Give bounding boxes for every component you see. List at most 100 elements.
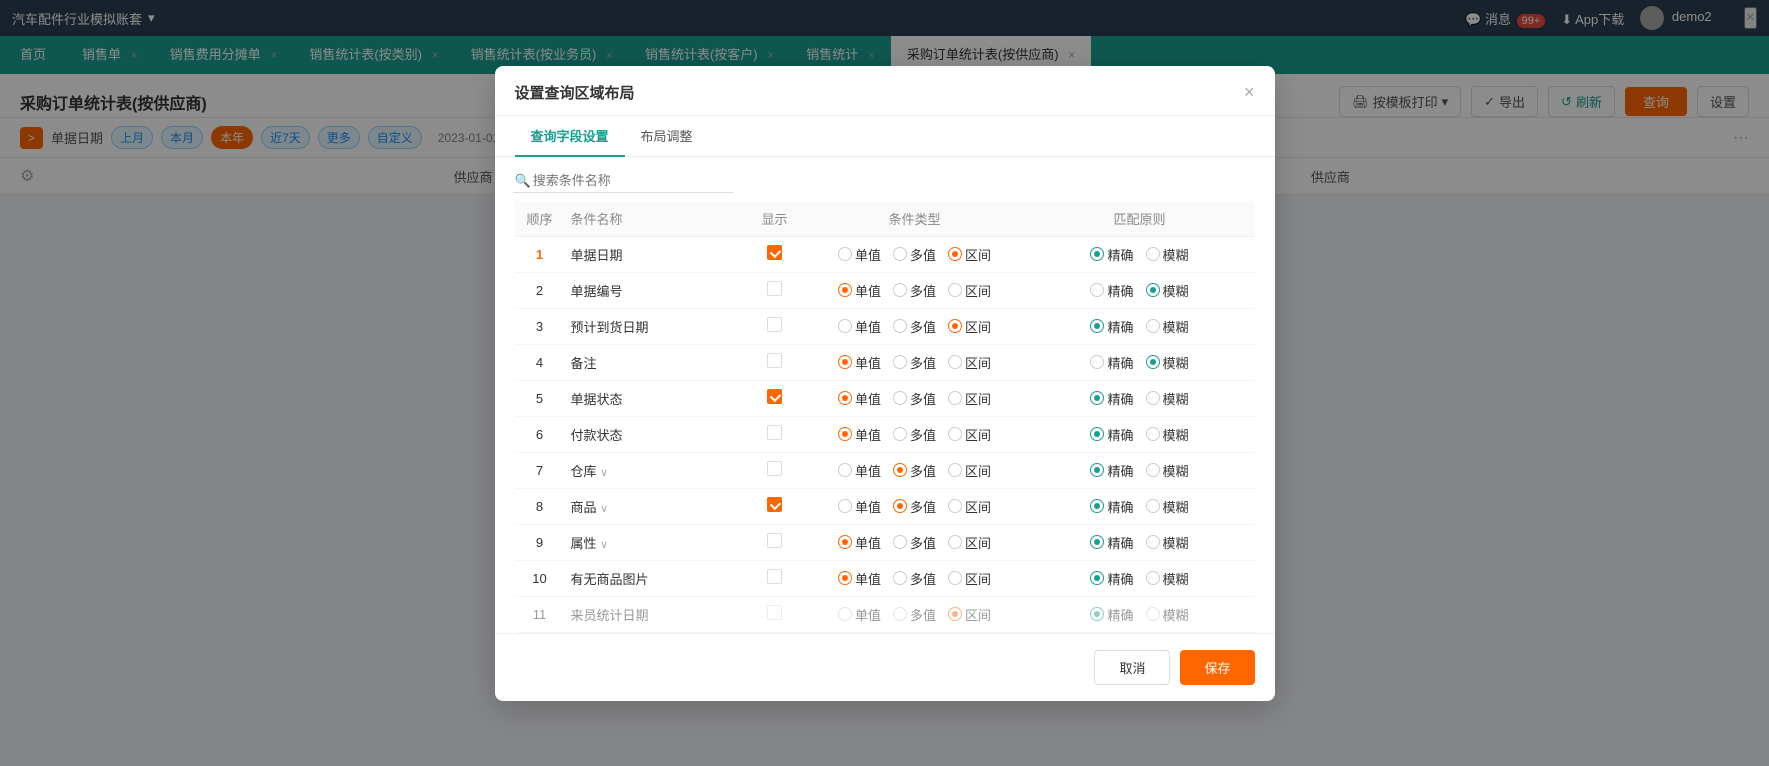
type-multi[interactable]: 多值: [893, 605, 936, 624]
search-input[interactable]: [513, 169, 733, 193]
type-single[interactable]: 单值: [838, 353, 881, 372]
table-header: 顺序 条件名称 显示 条件类型 匹配原则: [515, 201, 1255, 237]
display-checkbox[interactable]: [767, 605, 782, 620]
table-row: 10有无商品图片单值多值区间精确模糊: [515, 560, 1255, 596]
display-checkbox[interactable]: [767, 389, 782, 404]
row-type-cell: 单值多值区间: [805, 308, 1025, 344]
type-multi[interactable]: 多值: [893, 353, 936, 372]
row-type-cell: 单值多值区间: [805, 524, 1025, 560]
type-range[interactable]: 区间: [948, 425, 991, 444]
row-type-cell: 单值多值区间: [805, 416, 1025, 452]
display-checkbox[interactable]: [767, 245, 782, 260]
type-single[interactable]: 单值: [838, 569, 881, 588]
match-precise[interactable]: 精确: [1090, 353, 1133, 372]
row-name: 预计到货日期: [565, 308, 745, 344]
type-multi[interactable]: 多值: [893, 533, 936, 552]
match-fuzzy[interactable]: 模糊: [1146, 461, 1189, 480]
match-precise[interactable]: 精确: [1090, 389, 1133, 408]
type-multi[interactable]: 多值: [893, 497, 936, 516]
row-type-cell: 单值多值区间: [805, 272, 1025, 308]
match-precise[interactable]: 精确: [1090, 461, 1133, 480]
type-multi[interactable]: 多值: [893, 389, 936, 408]
row-order: 10: [515, 560, 565, 596]
type-single[interactable]: 单值: [838, 461, 881, 480]
type-single[interactable]: 单值: [838, 497, 881, 516]
match-precise[interactable]: 精确: [1090, 281, 1133, 300]
modal-tab-layout[interactable]: 布局调整: [625, 116, 709, 157]
settings-modal: 设置查询区域布局 × 查询字段设置 布局调整 🔍 顺序 条件名称: [495, 66, 1275, 701]
type-range[interactable]: 区间: [948, 569, 991, 588]
type-single[interactable]: 单值: [838, 317, 881, 336]
match-fuzzy[interactable]: 模糊: [1146, 281, 1189, 300]
match-fuzzy[interactable]: 模糊: [1146, 533, 1189, 552]
row-display-checkbox-cell: [745, 416, 805, 452]
col-match: 匹配原则: [1025, 201, 1255, 237]
match-fuzzy[interactable]: 模糊: [1146, 317, 1189, 336]
table-row: 11来员统计日期单值多值区间精确模糊: [515, 596, 1255, 632]
type-multi[interactable]: 多值: [893, 281, 936, 300]
modal-overlay: 设置查询区域布局 × 查询字段设置 布局调整 🔍 顺序 条件名称: [0, 0, 1769, 766]
type-multi[interactable]: 多值: [893, 317, 936, 336]
row-display-checkbox-cell: [745, 524, 805, 560]
display-checkbox[interactable]: [767, 569, 782, 584]
row-match-cell: 精确模糊: [1025, 236, 1255, 272]
col-order: 顺序: [515, 201, 565, 237]
type-range[interactable]: 区间: [948, 245, 991, 264]
match-fuzzy[interactable]: 模糊: [1146, 569, 1189, 588]
type-single[interactable]: 单值: [838, 605, 881, 624]
row-name: 付款状态: [565, 416, 745, 452]
type-single[interactable]: 单值: [838, 245, 881, 264]
match-precise[interactable]: 精确: [1090, 425, 1133, 444]
display-checkbox[interactable]: [767, 281, 782, 296]
type-range[interactable]: 区间: [948, 389, 991, 408]
row-match-cell: 精确模糊: [1025, 416, 1255, 452]
type-range[interactable]: 区间: [948, 497, 991, 516]
type-range[interactable]: 区间: [948, 461, 991, 480]
match-fuzzy[interactable]: 模糊: [1146, 353, 1189, 372]
row-order: 7: [515, 452, 565, 488]
row-match-cell: 精确模糊: [1025, 524, 1255, 560]
match-precise[interactable]: 精确: [1090, 533, 1133, 552]
row-display-checkbox-cell: [745, 596, 805, 632]
match-fuzzy[interactable]: 模糊: [1146, 425, 1189, 444]
row-type-cell: 单值多值区间: [805, 560, 1025, 596]
match-precise[interactable]: 精确: [1090, 605, 1133, 624]
match-fuzzy[interactable]: 模糊: [1146, 389, 1189, 408]
col-name: 条件名称: [565, 201, 745, 237]
row-display-checkbox-cell: [745, 344, 805, 380]
display-checkbox[interactable]: [767, 317, 782, 332]
match-precise[interactable]: 精确: [1090, 569, 1133, 588]
type-range[interactable]: 区间: [948, 317, 991, 336]
type-range[interactable]: 区间: [948, 281, 991, 300]
display-checkbox[interactable]: [767, 425, 782, 440]
type-range[interactable]: 区间: [948, 605, 991, 624]
type-single[interactable]: 单值: [838, 389, 881, 408]
display-checkbox[interactable]: [767, 533, 782, 548]
modal-footer: 取消 保存: [495, 633, 1275, 701]
modal-close-button[interactable]: ×: [1244, 82, 1255, 103]
type-single[interactable]: 单值: [838, 425, 881, 444]
match-precise[interactable]: 精确: [1090, 497, 1133, 516]
type-multi[interactable]: 多值: [893, 461, 936, 480]
match-fuzzy[interactable]: 模糊: [1146, 497, 1189, 516]
display-checkbox[interactable]: [767, 353, 782, 368]
match-precise[interactable]: 精确: [1090, 317, 1133, 336]
type-range[interactable]: 区间: [948, 353, 991, 372]
match-fuzzy[interactable]: 模糊: [1146, 245, 1189, 264]
type-range[interactable]: 区间: [948, 533, 991, 552]
cancel-button[interactable]: 取消: [1094, 650, 1170, 685]
modal-tab-query-fields[interactable]: 查询字段设置: [515, 116, 625, 157]
type-single[interactable]: 单值: [838, 281, 881, 300]
match-precise[interactable]: 精确: [1090, 245, 1133, 264]
row-name: 单据状态: [565, 380, 745, 416]
row-order: 5: [515, 380, 565, 416]
save-button[interactable]: 保存: [1180, 650, 1254, 685]
type-multi[interactable]: 多值: [893, 245, 936, 264]
type-multi[interactable]: 多值: [893, 425, 936, 444]
type-single[interactable]: 单值: [838, 533, 881, 552]
display-checkbox[interactable]: [767, 461, 782, 476]
display-checkbox[interactable]: [767, 497, 782, 512]
row-match-cell: 精确模糊: [1025, 488, 1255, 524]
type-multi[interactable]: 多值: [893, 569, 936, 588]
match-fuzzy[interactable]: 模糊: [1146, 605, 1189, 624]
